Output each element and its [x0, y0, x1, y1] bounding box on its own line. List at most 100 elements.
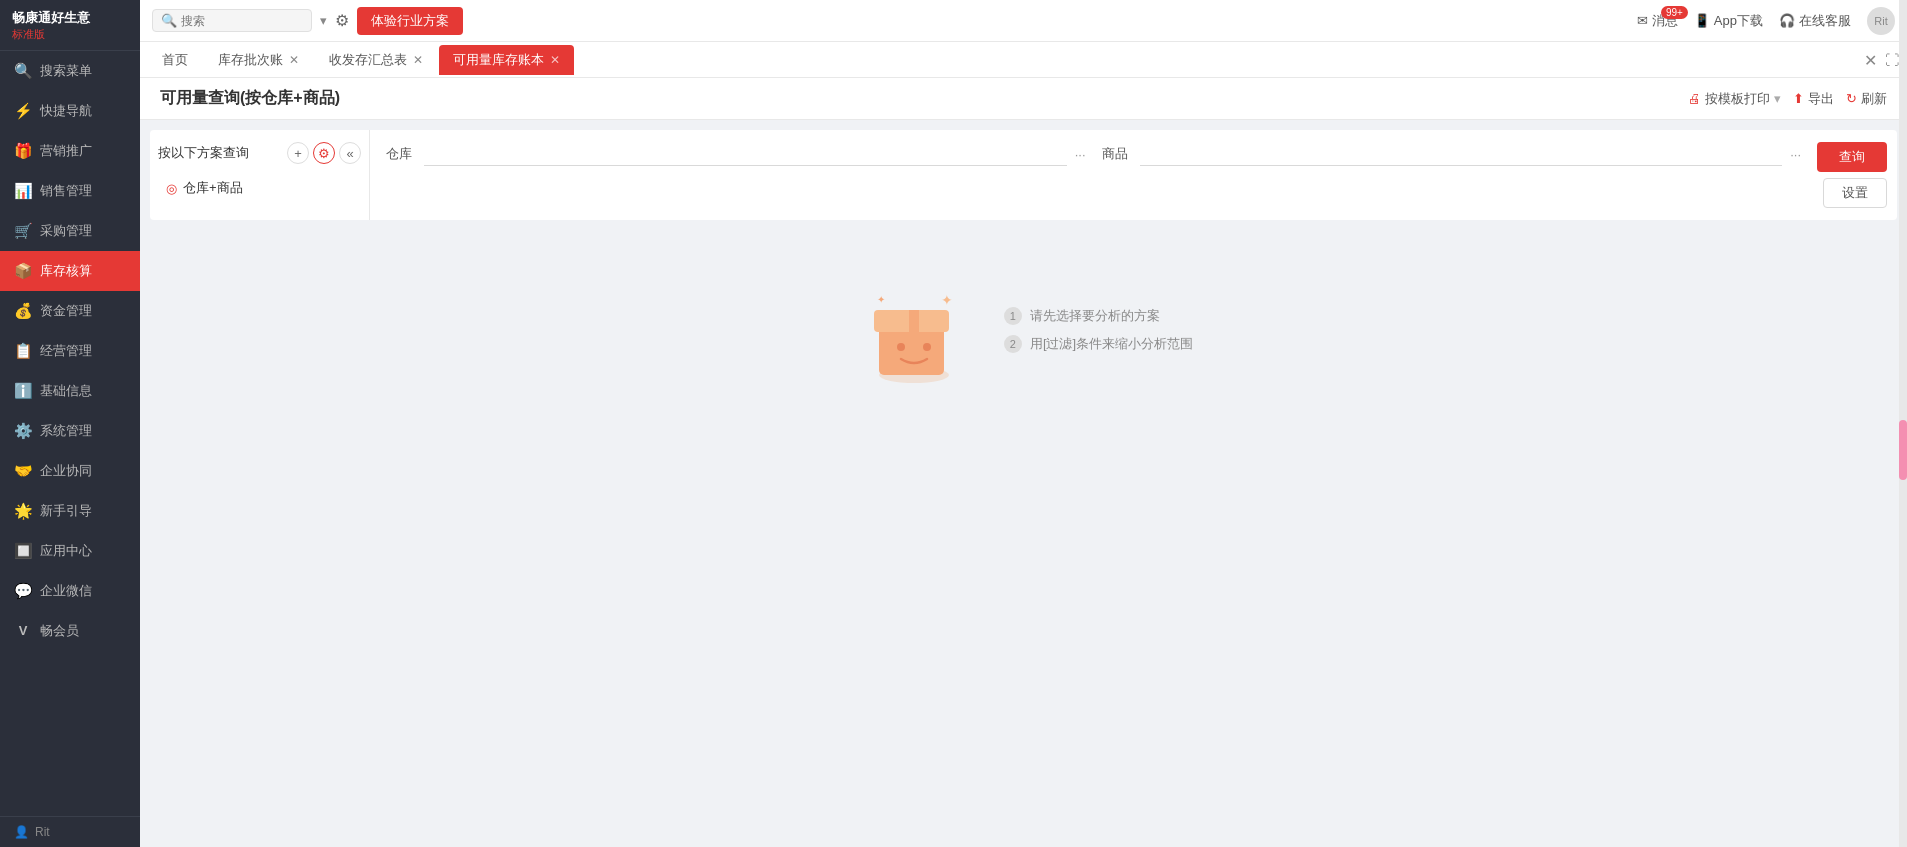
shortcut-icon: ⚡: [14, 102, 32, 120]
tab-available-ledger-label: 可用量库存账本: [453, 51, 544, 69]
app-download-area[interactable]: 📱 App下载: [1694, 12, 1763, 30]
search-icon: 🔍: [14, 62, 32, 80]
tab-close-icon[interactable]: ✕: [413, 53, 423, 67]
sidebar-item-label: 企业协同: [40, 462, 92, 480]
warehouse-more-icon[interactable]: ···: [1075, 147, 1086, 162]
warehouse-field-group: 仓库 ···: [386, 142, 1086, 166]
settings-icon[interactable]: ⚙: [335, 11, 349, 30]
scheme-warehouse-goods[interactable]: ◎ 仓库+商品: [158, 172, 361, 204]
sidebar-item-enterprise-collab[interactable]: 🤝 企业协同: [0, 451, 140, 491]
tab-home[interactable]: 首页: [148, 45, 202, 75]
hint-item-1: 1 请先选择要分析的方案: [1004, 307, 1193, 325]
sidebar-item-finance[interactable]: 💰 资金管理: [0, 291, 140, 331]
brand-area: 畅康通好生意 标准版: [0, 0, 140, 51]
message-area[interactable]: ✉ 消息 99+: [1637, 12, 1678, 30]
sidebar-item-system[interactable]: ⚙️ 系统管理: [0, 411, 140, 451]
query-fields-row-1: 仓库 ··· 商品 ···: [386, 142, 1801, 166]
topbar-search-box[interactable]: 🔍: [152, 9, 312, 32]
sidebar-nav: 🔍 搜索菜单 ⚡ 快捷导航 🎁 营销推广 📊 销售管理 🛒 采购管理 📦 库存核…: [0, 51, 140, 816]
hint-num-1: 1: [1004, 307, 1022, 325]
sidebar-item-basicinfo[interactable]: ℹ️ 基础信息: [0, 371, 140, 411]
goods-input[interactable]: [1140, 142, 1783, 166]
collapse-sidebar-button[interactable]: «: [339, 142, 361, 164]
goods-field-group: 商品 ···: [1102, 142, 1802, 166]
sidebar-item-purchase[interactable]: 🛒 采购管理: [0, 211, 140, 251]
hint-text-1: 请先选择要分析的方案: [1030, 307, 1160, 325]
tab-close-icon[interactable]: ✕: [289, 53, 299, 67]
search-input[interactable]: [181, 14, 291, 28]
tab-receipt-summary-label: 收发存汇总表: [329, 51, 407, 69]
sidebar-item-label: 基础信息: [40, 382, 92, 400]
clipboard-icon: 📋: [14, 342, 32, 360]
gift-icon: 🎁: [14, 142, 32, 160]
sidebar-item-sales[interactable]: 📊 销售管理: [0, 171, 140, 211]
sidebar-item-operations[interactable]: 📋 经营管理: [0, 331, 140, 371]
sidebar-item-shortcut[interactable]: ⚡ 快捷导航: [0, 91, 140, 131]
page-title: 可用量查询(按仓库+商品): [160, 88, 340, 109]
cart-icon: 🛒: [14, 222, 32, 240]
export-icon: ⬆: [1793, 91, 1804, 106]
add-scheme-button[interactable]: +: [287, 142, 309, 164]
tab-receipt-summary[interactable]: 收发存汇总表 ✕: [315, 45, 437, 75]
tab-available-ledger[interactable]: 可用量库存账本 ✕: [439, 45, 574, 75]
sidebar-item-inventory[interactable]: 📦 库存核算: [0, 251, 140, 291]
scrollbar-track[interactable]: [1899, 0, 1907, 847]
message-badge: 99+: [1661, 6, 1688, 19]
scheme-settings-button[interactable]: ⚙: [313, 142, 335, 164]
tab-batch-ledger[interactable]: 库存批次账 ✕: [204, 45, 313, 75]
star-icon: 🌟: [14, 502, 32, 520]
query-fields: 仓库 ··· 商品 ···: [370, 130, 1817, 220]
sidebar-item-appcenter[interactable]: 🔲 应用中心: [0, 531, 140, 571]
money-icon: 💰: [14, 302, 32, 320]
scheme-label: 仓库+商品: [183, 179, 243, 197]
brand-name: 畅康通好生意: [12, 10, 128, 27]
export-label: 导出: [1808, 90, 1834, 108]
refresh-button[interactable]: ↻ 刷新: [1846, 90, 1887, 108]
settings-button[interactable]: 设置: [1823, 178, 1887, 208]
sidebar-item-member[interactable]: V 畅会员: [0, 611, 140, 651]
chevron-down-icon[interactable]: ▾: [320, 13, 327, 28]
empty-illustration: ✦ ✦: [859, 275, 969, 385]
svg-text:✦: ✦: [877, 294, 885, 305]
svg-point-4: [897, 343, 905, 351]
handshake-icon: 🤝: [14, 462, 32, 480]
topbar-right: ✉ 消息 99+ 📱 App下载 🎧 在线客服 Rit: [1637, 7, 1895, 35]
export-button[interactable]: ⬆ 导出: [1793, 90, 1834, 108]
close-all-tabs-button[interactable]: ✕: [1864, 50, 1877, 69]
sidebar-item-label: 系统管理: [40, 422, 92, 440]
sidebar-item-label: 资金管理: [40, 302, 92, 320]
tab-home-label: 首页: [162, 51, 188, 69]
online-service-area[interactable]: 🎧 在线客服: [1779, 12, 1851, 30]
refresh-label: 刷新: [1861, 90, 1887, 108]
user-avatar-icon: 👤: [14, 825, 29, 839]
print-template-button[interactable]: 🖨 按模板打印 ▾: [1688, 90, 1781, 108]
sidebar-item-wechat[interactable]: 💬 企业微信: [0, 571, 140, 611]
user-avatar[interactable]: Rit: [1867, 7, 1895, 35]
goods-more-icon[interactable]: ···: [1790, 147, 1801, 162]
chart-icon: 📊: [14, 182, 32, 200]
warehouse-field-label: 仓库: [386, 145, 416, 163]
member-icon: V: [14, 623, 32, 638]
industry-solution-button[interactable]: 体验行业方案: [357, 7, 463, 35]
page-content: 可用量查询(按仓库+商品) 🖨 按模板打印 ▾ ⬆ 导出 ↻ 刷新: [140, 78, 1907, 847]
brand-sub: 标准版: [12, 27, 128, 42]
tab-close-icon[interactable]: ✕: [550, 53, 560, 67]
print-icon: 🖨: [1688, 91, 1701, 106]
expand-tabs-button[interactable]: ⛶: [1885, 52, 1899, 68]
sidebar-footer[interactable]: 👤 Rit: [0, 816, 140, 847]
sidebar-item-onboarding[interactable]: 🌟 新手引导: [0, 491, 140, 531]
warehouse-input[interactable]: [424, 142, 1067, 166]
query-sidebar-header: 按以下方案查询 + ⚙ «: [158, 142, 361, 164]
dropdown-icon[interactable]: ▾: [1774, 91, 1781, 106]
query-sidebar: 按以下方案查询 + ⚙ « ◎ 仓库+商品: [150, 130, 370, 220]
svg-rect-3: [909, 310, 919, 332]
sidebar-item-marketing[interactable]: 🎁 营销推广: [0, 131, 140, 171]
svg-rect-1: [879, 325, 944, 375]
sidebar-item-label: 企业微信: [40, 582, 92, 600]
query-buttons: 查询 设置: [1817, 130, 1897, 220]
query-button[interactable]: 查询: [1817, 142, 1887, 172]
sidebar: 畅康通好生意 标准版 🔍 搜索菜单 ⚡ 快捷导航 🎁 营销推广 📊 销售管理 🛒…: [0, 0, 140, 847]
sidebar-item-search[interactable]: 🔍 搜索菜单: [0, 51, 140, 91]
sidebar-item-label: 销售管理: [40, 182, 92, 200]
scrollbar-thumb[interactable]: [1899, 420, 1907, 480]
